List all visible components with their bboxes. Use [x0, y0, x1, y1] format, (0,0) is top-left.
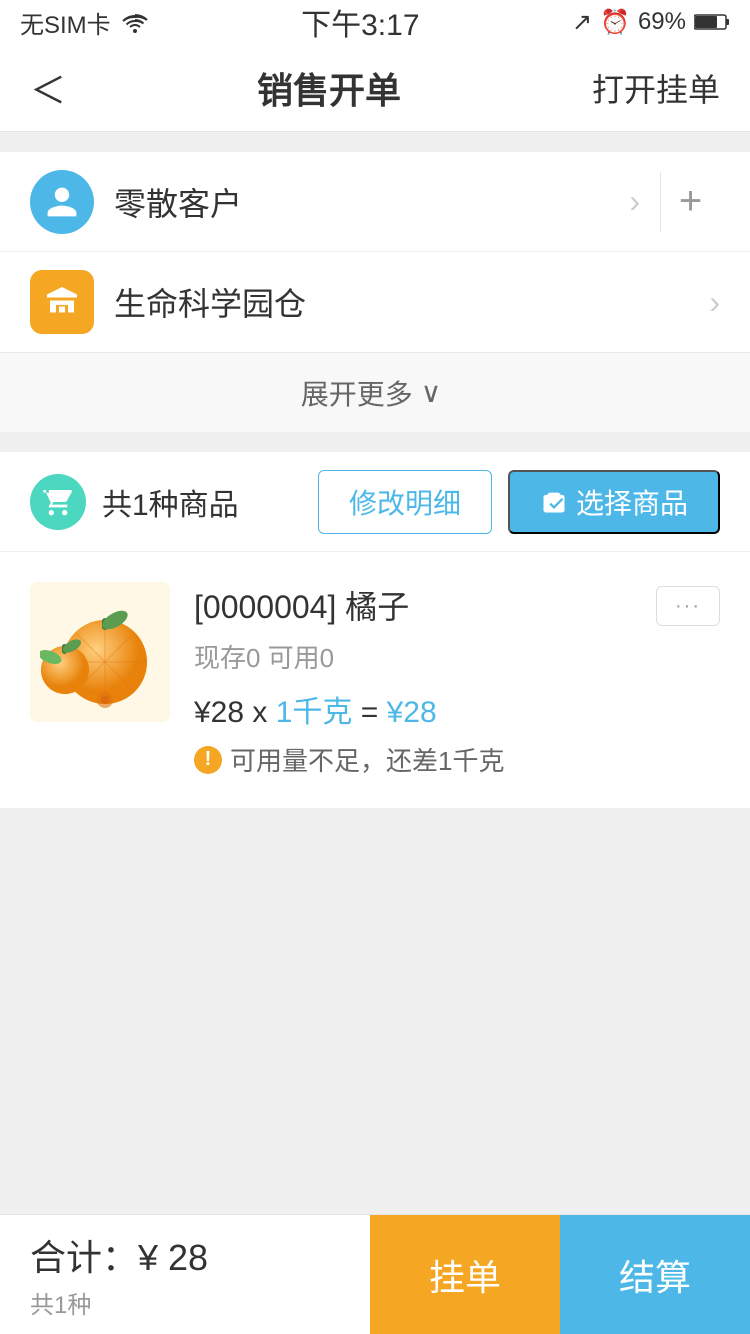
hang-button[interactable]: 挂单 [370, 1215, 560, 1334]
price-base: ¥28 x [194, 696, 276, 729]
warning-text: 可用量不足，还差1千克 [230, 741, 504, 778]
products-section: 共1种商品 修改明细 选择商品 [0, 452, 750, 808]
product-title: 橘子 [345, 589, 409, 625]
edit-detail-button[interactable]: 修改明细 [318, 470, 492, 534]
chevron-down-icon: ∨ [421, 376, 442, 409]
page-title: 销售开单 [257, 62, 401, 114]
open-pending-button[interactable]: 打开挂单 [592, 65, 720, 111]
warehouse-name: 生命科学园仓 [114, 279, 709, 325]
total-amount: 合计：¥ 28 [30, 1229, 340, 1281]
customer-row[interactable]: 零散客户 › + [0, 152, 750, 252]
empty-area [0, 808, 750, 1228]
product-info: [0000004] 橘子 现存0 可用0 ¥28 x 1千克 = ¥28 ! 可… [194, 582, 632, 778]
nav-bar: ＜ 销售开单 打开挂单 [0, 44, 750, 132]
status-bar-right: ↗ ⏰ 69% [572, 8, 730, 37]
warehouse-icon [44, 284, 80, 320]
customer-chevron-icon: › [629, 183, 640, 220]
add-customer-button[interactable]: + [660, 172, 720, 232]
customer-name: 零散客户 [114, 179, 629, 225]
total-label: 合计： [30, 1237, 138, 1278]
alarm-icon: ⏰ [600, 8, 630, 37]
product-image [30, 582, 170, 722]
customer-avatar [30, 170, 94, 234]
back-button[interactable]: ＜ [30, 62, 66, 114]
price-quantity: 1千克 [276, 696, 353, 729]
warehouse-chevron-icon: › [709, 284, 720, 321]
product-warning: ! 可用量不足，还差1千克 [194, 741, 632, 778]
product-stock: 现存0 可用0 [194, 638, 632, 675]
product-price: ¥28 x 1千克 = ¥28 [194, 687, 632, 731]
divider-1 [0, 132, 750, 152]
product-more-button[interactable]: ··· [656, 586, 720, 626]
products-count: 共1种商品 [102, 480, 318, 524]
product-id: [0000004] [194, 589, 345, 625]
cart-icon [42, 486, 74, 518]
orange-image [40, 592, 160, 712]
location-icon: ↗ [572, 8, 592, 37]
product-item: [0000004] 橘子 现存0 可用0 ¥28 x 1千克 = ¥28 ! 可… [0, 552, 750, 808]
select-products-button[interactable]: 选择商品 [508, 470, 720, 534]
price-equals: = [352, 696, 386, 729]
user-icon [44, 184, 80, 220]
bottom-bar: 合计：¥ 28 共1种 挂单 结算 [0, 1214, 750, 1334]
products-header: 共1种商品 修改明细 选择商品 [0, 452, 750, 552]
warehouse-row[interactable]: 生命科学园仓 › [0, 252, 750, 352]
select-cart-icon [540, 488, 568, 516]
wifi-icon [121, 11, 149, 33]
products-icon [30, 474, 86, 530]
battery-icon [694, 13, 730, 31]
plus-icon: + [679, 179, 702, 224]
warehouse-avatar [30, 270, 94, 334]
select-label: 选择商品 [576, 482, 688, 522]
checkout-button[interactable]: 结算 [560, 1215, 750, 1334]
product-more: ··· [656, 582, 720, 778]
total-value: ¥ 28 [138, 1237, 208, 1278]
status-bar-time: 下午3:17 [301, 0, 419, 44]
expand-more-button[interactable]: 展开更多 ∨ [0, 352, 750, 432]
battery-text: 69% [638, 8, 686, 36]
status-bar: 无SIM卡 下午3:17 ↗ ⏰ 69% [0, 0, 750, 44]
status-bar-left: 无SIM卡 [20, 5, 149, 40]
total-section: 合计：¥ 28 共1种 [0, 1215, 370, 1334]
product-name: [0000004] 橘子 [194, 582, 632, 628]
exclamation-icon: ! [205, 748, 212, 771]
total-count: 共1种 [30, 1285, 340, 1320]
price-total: ¥28 [387, 696, 437, 729]
carrier-text: 无SIM卡 [20, 5, 111, 40]
warning-icon: ! [194, 746, 222, 774]
expand-label: 展开更多 [301, 373, 413, 413]
